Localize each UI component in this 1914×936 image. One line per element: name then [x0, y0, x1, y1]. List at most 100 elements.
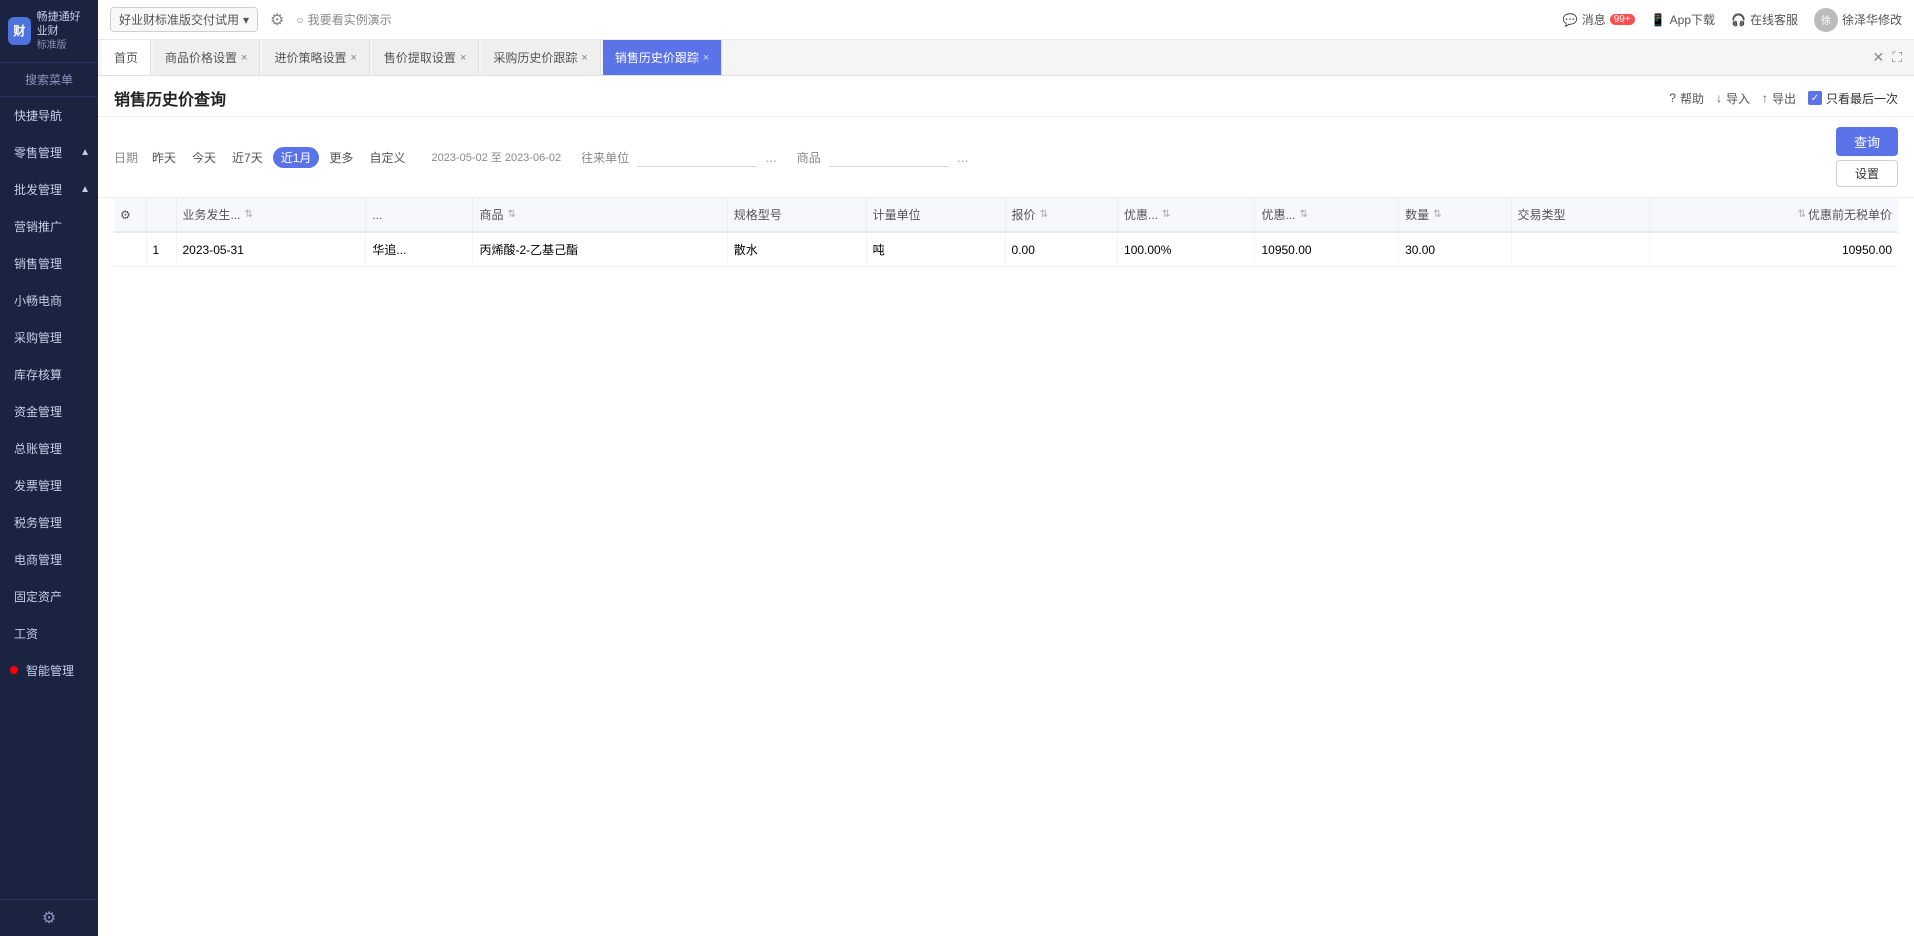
col-pretax[interactable]: ⇅ 优惠前无税单价 — [1650, 198, 1898, 232]
tab-close-purchase-strategy[interactable]: × — [350, 52, 356, 64]
topbar-msg[interactable]: 💬 消息 99+ — [1563, 11, 1635, 28]
table-body: 1 2023-05-31 华追... 丙烯酸-2-乙基己酯 散水 吨 0.00 … — [114, 232, 1898, 267]
user-avatar: 徐 — [1814, 8, 1838, 32]
tab-sale-extract[interactable]: 售价提取设置 × — [372, 40, 479, 75]
sidebar-item-assets[interactable]: 固定资产 — [0, 578, 98, 615]
sidebar-gear-icon[interactable]: ⚙ — [42, 910, 56, 927]
col-discount1[interactable]: 优惠... ⇅ — [1118, 198, 1255, 232]
topbar-app[interactable]: 📱 App下载 — [1651, 11, 1715, 28]
date-label: 日期 — [114, 149, 138, 166]
table-area: ⚙ 业务发生... ⇅ ... 商品 ⇅ — [98, 198, 1914, 936]
cell-gear — [114, 232, 146, 267]
cell-goods: 丙烯酸-2-乙基己酯 — [473, 232, 727, 267]
only-last-checkbox[interactable]: ✓ 只看最后一次 — [1808, 90, 1898, 107]
tabbar: 首页 商品价格设置 × 进价策略设置 × 售价提取设置 × 采购历史价跟踪 × … — [98, 40, 1914, 76]
sidebar-item-ecommerce-small[interactable]: 小畅电商 — [0, 282, 98, 319]
date-option-yesterday[interactable]: 昨天 — [146, 147, 182, 168]
col-goods[interactable]: 商品 ⇅ — [473, 198, 727, 232]
sort-pretax-icon: ⇅ — [1798, 209, 1806, 220]
export-icon: ↑ — [1762, 91, 1768, 105]
tab-price[interactable]: 商品价格设置 × — [153, 40, 260, 75]
topbar-settings-icon[interactable]: ⚙ — [270, 10, 284, 30]
query-button[interactable]: 查询 — [1836, 127, 1898, 156]
date-option-custom[interactable]: 自定义 — [363, 147, 411, 168]
supplier-dots[interactable]: ... — [765, 149, 777, 165]
sidebar-item-quick-nav[interactable]: 快捷导航 — [0, 97, 98, 134]
supplier-filter: 往来单位 ... — [581, 148, 777, 167]
logo-icon: 财 — [8, 17, 31, 45]
sidebar: 财 畅捷通好业财 标准版 搜索菜单 快捷导航 零售管理 ▲ 批发管理 ▲ 营销推… — [0, 0, 98, 936]
main-area: 好业财标准版交付试用 ▾ ⚙ ○ 我要看实例演示 💬 消息 99+ 📱 App下… — [98, 0, 1914, 936]
tab-close-sale-extract[interactable]: × — [460, 52, 466, 64]
filter-area: 日期 昨天 今天 近7天 近1月 更多 自定义 2023-05-02 至 202… — [98, 117, 1914, 198]
cell-discount2: 10950.00 — [1255, 232, 1399, 267]
date-options: 昨天 今天 近7天 近1月 更多 自定义 — [146, 147, 411, 168]
col-date[interactable]: 业务发生... ⇅ — [176, 198, 366, 232]
sidebar-item-general[interactable]: 总账管理 — [0, 430, 98, 467]
table-row: 1 2023-05-31 华追... 丙烯酸-2-乙基己酯 散水 吨 0.00 … — [114, 232, 1898, 267]
sort-date-icon: ⇅ — [245, 209, 253, 220]
topbar-service[interactable]: 🎧 在线客服 — [1731, 11, 1798, 28]
sidebar-item-smart[interactable]: 智能管理 — [0, 652, 98, 689]
supplier-label: 往来单位 — [581, 149, 629, 166]
sidebar-item-finance[interactable]: 资金管理 — [0, 393, 98, 430]
date-option-today[interactable]: 今天 — [186, 147, 222, 168]
topbar-demo[interactable]: ○ 我要看实例演示 — [296, 11, 391, 28]
sidebar-item-payroll[interactable]: 工资 — [0, 615, 98, 652]
settings-button[interactable]: 设置 — [1836, 160, 1898, 187]
col-discount2[interactable]: 优惠... ⇅ — [1255, 198, 1399, 232]
col-txtype: 交易类型 — [1511, 198, 1650, 232]
cell-spec: 散水 — [727, 232, 866, 267]
import-icon: ↓ — [1716, 91, 1722, 105]
date-option-7days[interactable]: 近7天 — [226, 147, 269, 168]
tab-close-sale-history[interactable]: × — [703, 52, 709, 64]
import-button[interactable]: ↓ 导入 — [1716, 90, 1750, 107]
page-header-actions: ? 帮助 ↓ 导入 ↑ 导出 ✓ 只看最后一次 — [1669, 90, 1898, 107]
sidebar-item-sales[interactable]: 销售管理 — [0, 245, 98, 282]
col-unit: 计量单位 — [866, 198, 1005, 232]
sort-discount2-icon: ⇅ — [1300, 209, 1308, 220]
col-more[interactable]: ... — [366, 198, 473, 232]
date-option-1month[interactable]: 近1月 — [273, 147, 320, 168]
help-icon: ? — [1669, 91, 1676, 105]
tab-close-purchase-history[interactable]: × — [581, 52, 587, 64]
supplier-input[interactable] — [637, 148, 757, 167]
topbar-user[interactable]: 徐 徐泽华修改 — [1814, 8, 1902, 32]
cell-txtype — [1511, 232, 1650, 267]
goods-input[interactable] — [829, 148, 949, 167]
date-filter: 日期 昨天 今天 近7天 近1月 更多 自定义 — [114, 147, 411, 168]
sidebar-item-tax[interactable]: 税务管理 — [0, 504, 98, 541]
data-table: ⚙ 业务发生... ⇅ ... 商品 ⇅ — [114, 198, 1898, 267]
sidebar-item-wholesale[interactable]: 批发管理 ▲ — [0, 171, 98, 208]
tab-sale-history[interactable]: 销售历史价跟踪 × — [603, 40, 722, 75]
date-option-more[interactable]: 更多 — [323, 147, 359, 168]
tab-purchase-strategy[interactable]: 进价策略设置 × — [262, 40, 369, 75]
sidebar-item-purchase[interactable]: 采购管理 — [0, 319, 98, 356]
sidebar-item-ecommerce[interactable]: 电商管理 — [0, 541, 98, 578]
sidebar-search[interactable]: 搜索菜单 — [0, 63, 98, 97]
cell-num: 1 — [146, 232, 176, 267]
version-dropdown[interactable]: 好业财标准版交付试用 ▾ — [110, 7, 258, 32]
sidebar-item-invoice[interactable]: 发票管理 — [0, 467, 98, 504]
sidebar-item-inventory[interactable]: 库存核算 — [0, 356, 98, 393]
help-button[interactable]: ? 帮助 — [1669, 90, 1704, 107]
export-button[interactable]: ↑ 导出 — [1762, 90, 1796, 107]
tab-home[interactable]: 首页 — [102, 40, 151, 75]
tab-close-price[interactable]: × — [241, 52, 247, 64]
window-expand-icon[interactable]: ⛶ — [1892, 49, 1902, 66]
sidebar-item-marketing[interactable]: 营销推广 — [0, 208, 98, 245]
app-label: App下载 — [1670, 11, 1715, 28]
sort-price-icon: ⇅ — [1040, 209, 1048, 220]
tab-purchase-history[interactable]: 采购历史价跟踪 × — [481, 40, 600, 75]
col-price[interactable]: 报价 ⇅ — [1005, 198, 1117, 232]
dropdown-arrow-icon: ▾ — [243, 13, 249, 27]
col-qty[interactable]: 数量 ⇅ — [1399, 198, 1511, 232]
col-gear[interactable]: ⚙ — [114, 198, 146, 232]
msg-badge: 99+ — [1610, 14, 1635, 25]
goods-dots[interactable]: ... — [957, 149, 969, 165]
goods-filter: 商品 ... — [797, 148, 969, 167]
cell-discount1: 100.00% — [1118, 232, 1255, 267]
sidebar-item-retail[interactable]: 零售管理 ▲ — [0, 134, 98, 171]
cell-date: 2023-05-31 — [176, 232, 366, 267]
window-close-icon[interactable]: ✕ — [1872, 49, 1884, 66]
